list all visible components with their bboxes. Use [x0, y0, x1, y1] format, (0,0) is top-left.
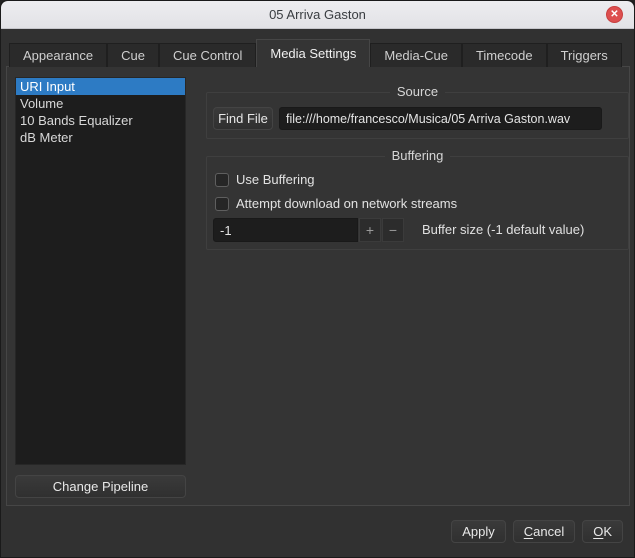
- spin-decrement-icon[interactable]: −: [382, 218, 404, 242]
- ok-button[interactable]: OK: [582, 520, 623, 543]
- uri-input-field[interactable]: [279, 107, 602, 130]
- tab-bar: Appearance Cue Cue Control Media Setting…: [9, 39, 622, 67]
- list-item-10-bands-equalizer[interactable]: 10 Bands Equalizer: [16, 112, 185, 129]
- window-title: 05 Arriva Gaston: [269, 7, 366, 22]
- titlebar[interactable]: 05 Arriva Gaston ✕: [1, 1, 634, 29]
- tab-appearance[interactable]: Appearance: [9, 43, 108, 67]
- tab-timecode[interactable]: Timecode: [461, 43, 547, 67]
- tab-media-settings[interactable]: Media Settings: [256, 39, 371, 67]
- dialog-action-area: Apply Cancel OK: [451, 520, 623, 543]
- buffer-size-label: Buffer size (-1 default value): [422, 222, 585, 237]
- buffering-group: Buffering Use Buffering Attempt download…: [206, 148, 629, 250]
- settings-page-list: URI Input Volume 10 Bands Equalizer dB M…: [15, 77, 186, 465]
- attempt-download-label: Attempt download on network streams: [236, 196, 458, 211]
- tab-triggers[interactable]: Triggers: [546, 43, 622, 67]
- change-pipeline-button[interactable]: Change Pipeline: [15, 475, 186, 498]
- use-buffering-checkbox[interactable]: [215, 172, 229, 187]
- tab-media-cue[interactable]: Media-Cue: [370, 43, 462, 67]
- tab-cue[interactable]: Cue: [107, 43, 159, 67]
- media-settings-dialog: 05 Arriva Gaston ✕ Appearance Cue Cue Co…: [0, 0, 635, 558]
- list-item-volume[interactable]: Volume: [16, 95, 185, 112]
- source-group: Source Find File: [206, 84, 629, 139]
- tab-cue-control[interactable]: Cue Control: [158, 43, 257, 67]
- buffer-size-spinbox[interactable]: [213, 218, 358, 242]
- apply-button[interactable]: Apply: [451, 520, 506, 543]
- use-buffering-label: Use Buffering: [236, 172, 315, 187]
- find-file-button[interactable]: Find File: [213, 107, 273, 130]
- list-item-uri-input[interactable]: URI Input: [16, 78, 185, 95]
- cancel-button[interactable]: Cancel: [512, 520, 576, 543]
- attempt-download-checkbox[interactable]: [215, 196, 229, 211]
- list-item-db-meter[interactable]: dB Meter: [16, 129, 185, 146]
- spin-increment-icon[interactable]: +: [359, 218, 381, 242]
- close-icon[interactable]: ✕: [606, 6, 623, 23]
